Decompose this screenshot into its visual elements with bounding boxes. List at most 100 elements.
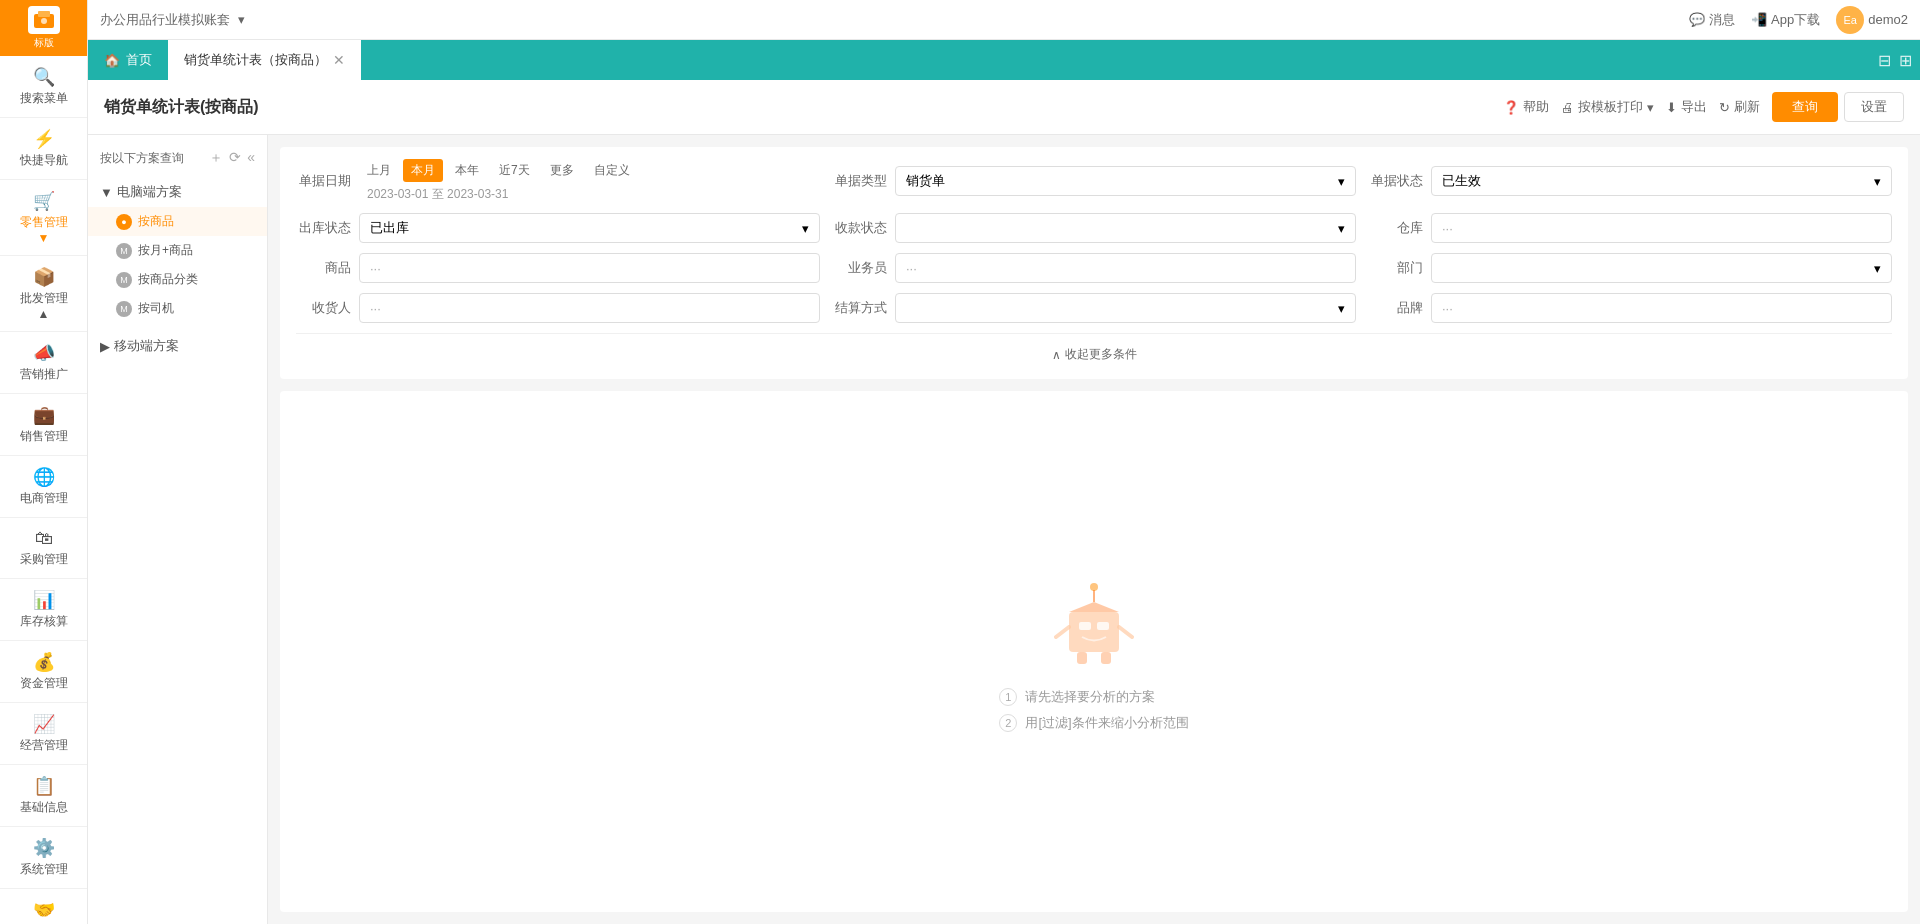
sales-icon: 💼 [33,404,55,426]
tab-home[interactable]: 🏠 首页 [88,40,168,80]
export-btn[interactable]: ⬇ 导出 [1666,98,1707,116]
tab-report[interactable]: 销货单统计表（按商品） ✕ [168,40,361,80]
filter-warehouse-arrow: ▾ [802,221,809,236]
sidebar-item-wholesale[interactable]: 📦 批发管理 ▲ [0,256,87,332]
filter-settle-select[interactable]: ▾ [895,293,1356,323]
sidebar-item-finance[interactable]: 💰 资金管理 [0,641,87,703]
sidebar-item-inventory[interactable]: 📊 库存核算 [0,579,87,641]
mobile-group-expand-icon: ▶ [100,339,110,354]
date-tab-thismonth[interactable]: 本月 [403,159,443,182]
sidebar-item-marketing[interactable]: 📣 营销推广 [0,332,87,394]
filter-dept-select[interactable]: ▾ [1431,253,1892,283]
tab-minimize-icon[interactable]: ⊟ [1878,51,1891,70]
tip-text-2: 用[过滤]条件来缩小分析范围 [1025,714,1188,732]
left-panel: 按以下方案查询 ＋ ⟳ « ▼ 电脑端方案 ● 按商品 [88,135,268,924]
sidebar-item-enterprise[interactable]: 🤝 企业协同 [0,889,87,924]
sidebar-item-quicknav[interactable]: ⚡ 快捷导航 [0,118,87,180]
app-download-btn[interactable]: 📲 App下载 [1751,11,1820,29]
app-download-icon: 📲 [1751,12,1767,27]
filter-receiver-dots: ··· [370,301,381,316]
settings-button[interactable]: 设置 [1844,92,1904,122]
svg-line-9 [1119,627,1132,637]
sidebar-item-ecommerce[interactable]: 🌐 电商管理 [0,456,87,518]
page-actions: ❓ 帮助 🖨 按模板打印 ▾ ⬇ 导出 ↻ 刷新 [1503,92,1904,122]
sidebar-item-search[interactable]: 🔍 搜索菜单 [0,56,87,118]
filter-type-arrow: ▾ [1338,174,1345,189]
sidebar-item-operations[interactable]: 📈 经营管理 [0,703,87,765]
tab-close-icon[interactable]: ✕ [333,53,345,67]
scheme-item-goods-cat-label: 按商品分类 [138,271,198,288]
refresh-icon: ↻ [1719,100,1730,115]
scheme-item-month-goods[interactable]: M 按月+商品 [88,236,267,265]
query-button[interactable]: 查询 [1772,92,1838,122]
user-profile[interactable]: Ea demo2 [1836,6,1908,34]
filter-status-label: 单据状态 [1368,172,1423,190]
filter-store-dots: ··· [1442,221,1453,236]
scheme-group-mobile-header[interactable]: ▶ 移动端方案 [88,331,267,361]
topbar: 办公用品行业模拟账套 ▾ 💬 消息 📲 App下载 Ea demo2 [88,0,1920,40]
collapse-filter-btn[interactable]: ∧ 收起更多条件 [1048,342,1141,367]
filter-goods-cell: 商品 ··· [296,253,820,283]
tab-home-label: 首页 [126,51,152,69]
sidebar-item-operations-label: 经营管理 [20,737,68,754]
filter-warehouse-value: 已出库 [370,219,409,237]
filter-date-cell: 单据日期 上月 本月 本年 近7天 更多 自定义 20 [296,159,820,203]
filter-status-select[interactable]: 已生效 ▾ [1431,166,1892,196]
sidebar-item-purchase-label: 采购管理 [20,551,68,568]
filter-staff-input[interactable]: ··· [895,253,1356,283]
sidebar-item-sales[interactable]: 💼 销售管理 [0,394,87,456]
topbar-dropdown[interactable]: ▾ [238,12,245,27]
print-label: 按模板打印 [1578,98,1643,116]
help-btn[interactable]: ❓ 帮助 [1503,98,1549,116]
print-btn[interactable]: 🖨 按模板打印 ▾ [1561,98,1654,116]
sidebar-item-purchase[interactable]: 🛍 采购管理 [0,518,87,579]
filter-row-3: 商品 ··· 业务员 ··· 部门 [296,253,1892,283]
sidebar-item-basics[interactable]: 📋 基础信息 [0,765,87,827]
app-logo: 标版 [0,0,88,56]
empty-tip-2: 2 用[过滤]条件来缩小分析范围 [999,714,1188,732]
date-tab-7days[interactable]: 近7天 [491,159,538,182]
wholesale-icon: 📦 [33,266,55,288]
topbar-dropdown-arrow: ▾ [238,12,245,27]
print-arrow-icon: ▾ [1647,100,1654,115]
marketing-icon: 📣 [33,342,55,364]
refresh-btn[interactable]: ↻ 刷新 [1719,98,1760,116]
sidebar-item-ecommerce-label: 电商管理 [20,490,68,507]
sidebar-item-retail[interactable]: 🛒 零售管理 ▼ [0,180,87,256]
filter-type-select[interactable]: 销货单 ▾ [895,166,1356,196]
topbar-left: 办公用品行业模拟账套 ▾ [100,11,245,29]
scheme-item-by-goods[interactable]: ● 按商品 [88,207,267,236]
finance-icon: 💰 [33,651,55,673]
filter-warehouse-select[interactable]: 已出库 ▾ [359,213,820,243]
refresh-label: 刷新 [1734,98,1760,116]
sidebar-item-system[interactable]: ⚙️ 系统管理 [0,827,87,889]
filter-receiver-input[interactable]: ··· [359,293,820,323]
filter-settle-arrow: ▾ [1338,301,1345,316]
message-btn[interactable]: 💬 消息 [1689,11,1735,29]
scheme-item-driver[interactable]: M 按司机 [88,294,267,323]
scheme-group-pc-header[interactable]: ▼ 电脑端方案 [88,177,267,207]
retail-icon: 🛒 [33,190,55,212]
date-tab-more[interactable]: 更多 [542,159,582,182]
add-scheme-icon[interactable]: ＋ [209,149,223,167]
filter-status-cell: 单据状态 已生效 ▾ [1368,166,1892,196]
tab-maximize-icon[interactable]: ⊞ [1899,51,1912,70]
sidebar-item-marketing-label: 营销推广 [20,366,68,383]
svg-rect-1 [38,11,50,17]
filter-store-input[interactable]: ··· [1431,213,1892,243]
filter-goods-input[interactable]: ··· [359,253,820,283]
filter-payment-select[interactable]: ▾ [895,213,1356,243]
content: 按以下方案查询 ＋ ⟳ « ▼ 电脑端方案 ● 按商品 [88,135,1920,924]
export-label: 导出 [1681,98,1707,116]
scheme-m-icon-2: M [116,272,132,288]
refresh-scheme-icon[interactable]: ⟳ [229,149,241,167]
date-tab-thisyear[interactable]: 本年 [447,159,487,182]
date-tab-custom[interactable]: 自定义 [586,159,638,182]
filter-brand-input[interactable]: ··· [1431,293,1892,323]
date-tab-lastmonth[interactable]: 上月 [359,159,399,182]
scheme-item-goods-cat[interactable]: M 按商品分类 [88,265,267,294]
logo-icon [28,6,60,34]
username: demo2 [1868,12,1908,27]
collapse-panel-icon[interactable]: « [247,149,255,167]
filter-status-value: 已生效 [1442,172,1481,190]
